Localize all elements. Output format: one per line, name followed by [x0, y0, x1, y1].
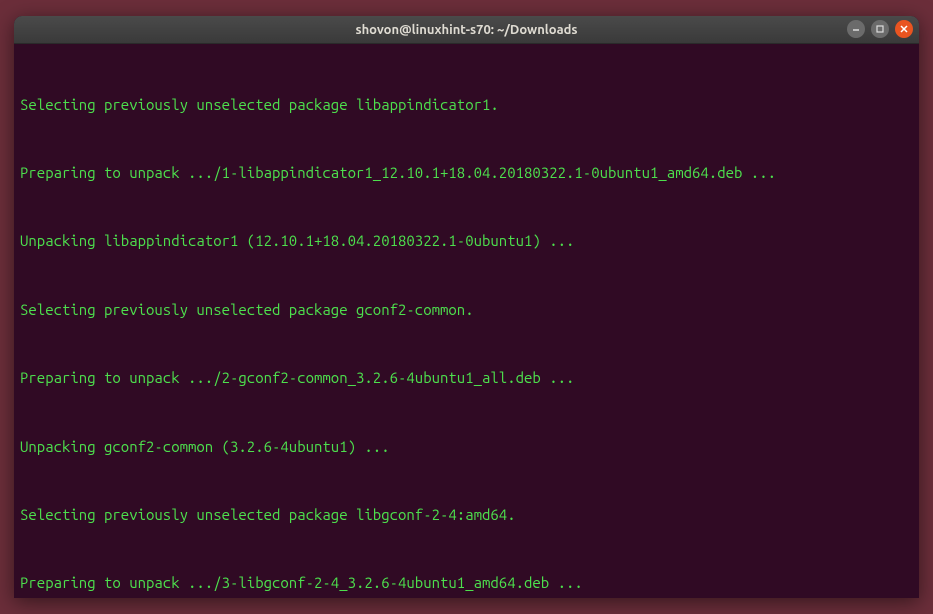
- terminal-line: Selecting previously unselected package …: [20, 299, 913, 322]
- terminal-line: Selecting previously unselected package …: [20, 504, 913, 527]
- terminal-window: shovon@linuxhint-s70: ~/Downloads Select…: [14, 16, 919, 598]
- terminal-line: Unpacking gconf2-common (3.2.6-4ubuntu1)…: [20, 436, 913, 459]
- titlebar[interactable]: shovon@linuxhint-s70: ~/Downloads: [14, 16, 919, 44]
- terminal-body[interactable]: Selecting previously unselected package …: [14, 44, 919, 598]
- terminal-line: Preparing to unpack .../2-gconf2-common_…: [20, 367, 913, 390]
- maximize-button[interactable]: [871, 20, 889, 38]
- window-controls: [847, 20, 913, 38]
- terminal-line: Selecting previously unselected package …: [20, 94, 913, 117]
- close-button[interactable]: [895, 20, 913, 38]
- terminal-line: Preparing to unpack .../1-libappindicato…: [20, 162, 913, 185]
- minimize-button[interactable]: [847, 20, 865, 38]
- terminal-line: Preparing to unpack .../3-libgconf-2-4_3…: [20, 572, 913, 595]
- window-title: shovon@linuxhint-s70: ~/Downloads: [355, 23, 577, 37]
- terminal-line: Unpacking libappindicator1 (12.10.1+18.0…: [20, 230, 913, 253]
